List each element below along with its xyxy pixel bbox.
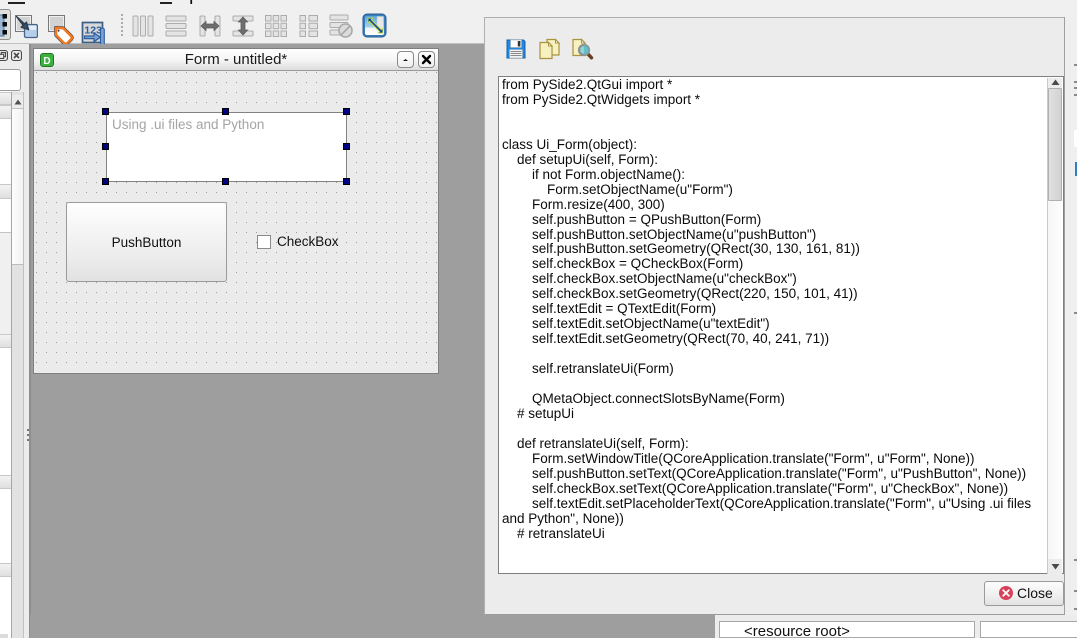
svg-text:123: 123 [84, 25, 102, 37]
